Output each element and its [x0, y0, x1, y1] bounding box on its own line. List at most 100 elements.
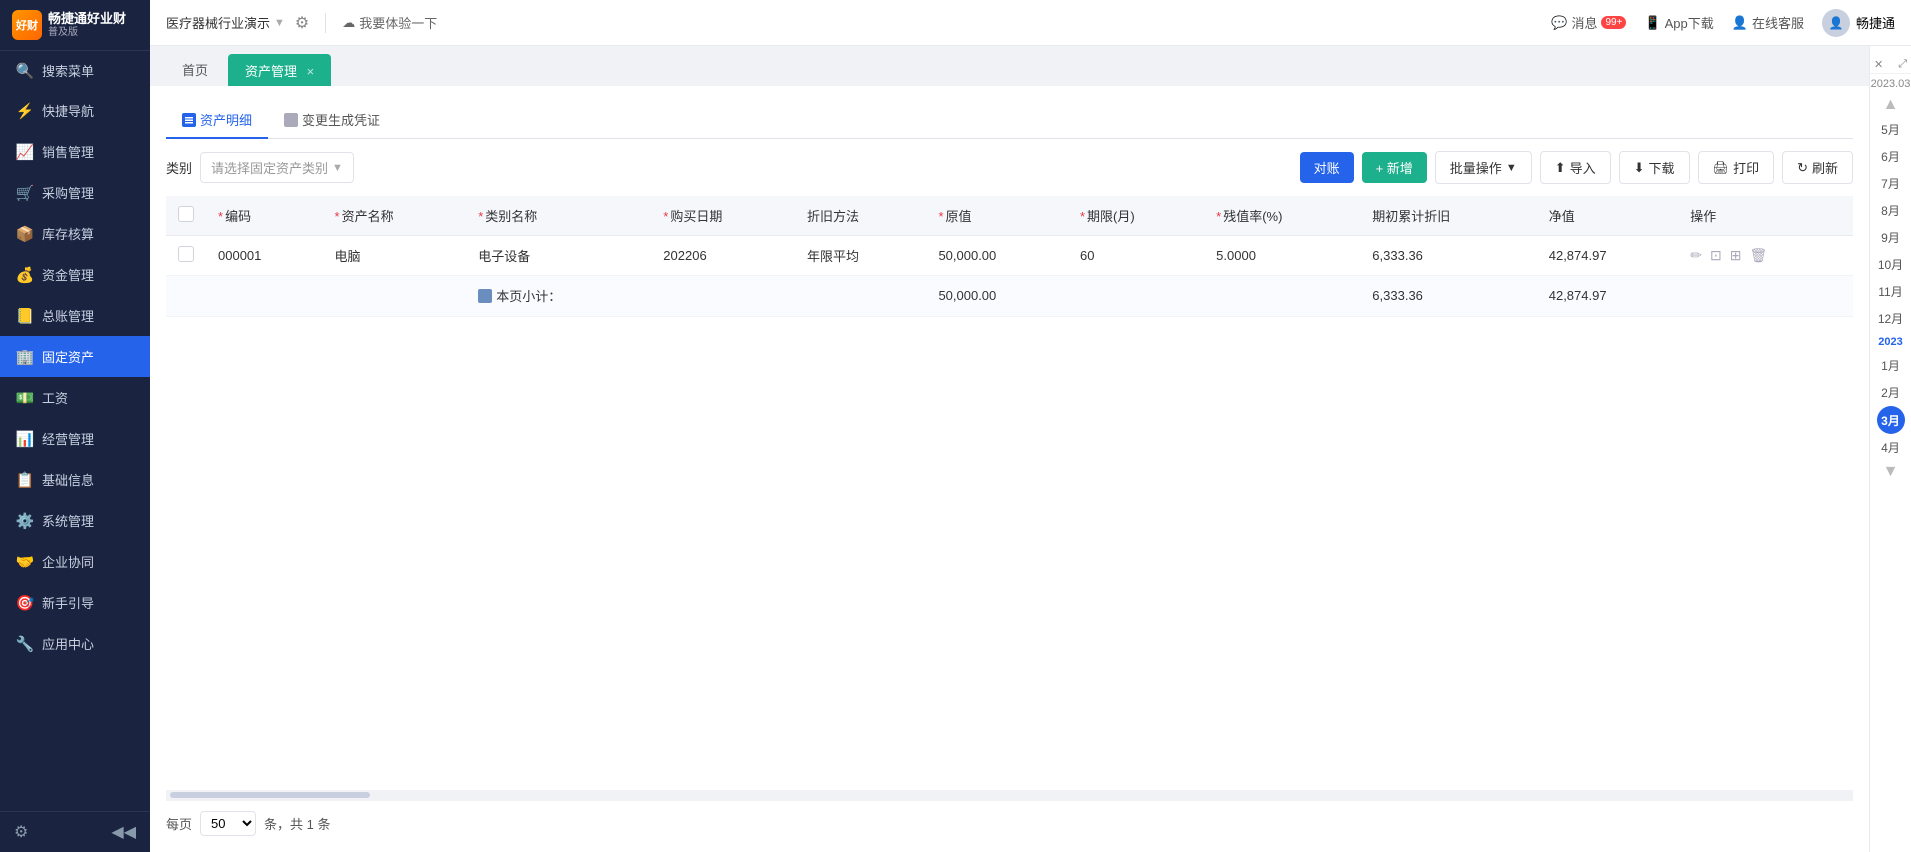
total-count: 条，共 1 条 — [264, 814, 330, 833]
sidebar-item-basic-info[interactable]: 📋 基础信息 — [0, 459, 150, 500]
sidebar-item-operations[interactable]: 📊 经营管理 — [0, 418, 150, 459]
print-button[interactable]: 🖨 打印 — [1698, 151, 1775, 184]
toolbar: 类别 请选择固定资产类别 ▼ 对账 + 新增 批量操作 ▼ ⬆ 导入 ⬇ — [166, 151, 1853, 184]
main-area: 首页 资产管理 × 资产明细 变更生成凭证 类别 — [150, 46, 1911, 852]
batch-operations-button[interactable]: 批量操作 ▼ — [1435, 151, 1532, 184]
subtab-asset-detail[interactable]: 资产明细 — [166, 102, 268, 139]
month-4[interactable]: 4月 — [1873, 434, 1909, 461]
category-filter-arrow: ▼ — [332, 162, 343, 174]
col-residual-rate: *残值率(%) — [1204, 196, 1360, 236]
month-2[interactable]: 2月 — [1873, 379, 1909, 406]
sidebar-item-funds[interactable]: 💰 资金管理 — [0, 254, 150, 295]
month-3[interactable]: 3月 — [1877, 406, 1905, 434]
sidebar-item-fixed-assets[interactable]: 🏢 固定资产 — [0, 336, 150, 377]
online-service-btn[interactable]: 👤 在线客服 — [1732, 13, 1804, 32]
sidebar-item-cooperation[interactable]: 🤝 企业协同 — [0, 541, 150, 582]
sidebar-item-sales[interactable]: 📈 销售管理 — [0, 131, 150, 172]
messages-label: 消息 — [1571, 13, 1597, 32]
messages-badge: 99+ — [1601, 16, 1626, 29]
inventory-icon: 📦 — [16, 225, 34, 243]
tab-asset-management[interactable]: 资产管理 × — [228, 54, 331, 86]
company-selector[interactable]: 医疗器械行业演示 ▼ — [166, 13, 285, 32]
tab-asset-label: 资产管理 — [245, 64, 297, 79]
select-all-checkbox[interactable] — [178, 206, 194, 222]
sidebar-item-salary[interactable]: 💵 工资 — [0, 377, 150, 418]
horizontal-scrollbar[interactable] — [166, 790, 1853, 800]
settings-gear-icon[interactable]: ⚙ — [295, 13, 309, 33]
sidebar-item-label: 销售管理 — [42, 142, 94, 161]
new-button[interactable]: + 新增 — [1362, 152, 1427, 183]
sidebar-item-system[interactable]: ⚙️ 系统管理 — [0, 500, 150, 541]
download-button[interactable]: ⬇ 下载 — [1619, 151, 1690, 184]
cell-residual-rate: 5.0000 — [1204, 236, 1360, 276]
subtab-change-voucher-label: 变更生成凭证 — [302, 110, 380, 129]
topbar: 医疗器械行业演示 ▼ ⚙ ☁ 我要体验一下 💬 消息 99+ 📱 App下载 👤… — [150, 0, 1911, 46]
month-12[interactable]: 12月 — [1873, 305, 1909, 332]
sidebar-item-app-center[interactable]: 🔧 应用中心 — [0, 623, 150, 664]
edit-icon[interactable]: ✏ — [1690, 247, 1702, 264]
month-10[interactable]: 10月 — [1873, 251, 1909, 278]
app-download-btn[interactable]: 📱 App下载 — [1644, 13, 1713, 32]
sidebar-item-label: 资金管理 — [42, 265, 94, 284]
sidebar-item-search[interactable]: 🔍 搜索菜单 — [0, 51, 150, 90]
cell-accumulated-depreciation: 6,333.36 — [1360, 236, 1536, 276]
experience-btn[interactable]: ☁ 我要体验一下 — [342, 13, 437, 32]
user-menu[interactable]: 👤 畅捷通 — [1822, 9, 1895, 37]
app-edition: 普及版 — [48, 27, 126, 39]
current-year-label: 2023 — [1878, 332, 1902, 352]
panel-close-icon[interactable]: ✕ — [1874, 58, 1883, 71]
right-panel: ✕ ⤢ 2023.03 ▲ 5月 6月 7月 8月 9月 10月 11月 12月… — [1869, 46, 1911, 852]
panel-expand-icon[interactable]: ⤢ — [1898, 58, 1907, 71]
panel-down-arrow[interactable]: ▼ — [1881, 461, 1901, 483]
subtab-change-voucher[interactable]: 变更生成凭证 — [268, 102, 396, 139]
category-filter[interactable]: 请选择固定资产类别 ▼ — [200, 152, 354, 183]
operations-icon: 📊 — [16, 430, 34, 448]
import-button[interactable]: ⬆ 导入 — [1540, 151, 1611, 184]
more-icon[interactable]: ⊞ — [1730, 247, 1742, 264]
copy-icon[interactable]: ⊡ — [1710, 247, 1722, 264]
download-icon: ⬇ — [1634, 160, 1645, 176]
batch-dropdown-icon: ▼ — [1506, 162, 1517, 174]
search-icon: 🔍 — [16, 62, 34, 80]
sidebar-item-inventory[interactable]: 📦 库存核算 — [0, 213, 150, 254]
scrollbar-thumb[interactable] — [170, 792, 370, 798]
company-dropdown-icon: ▼ — [274, 17, 285, 29]
experience-label: 我要体验一下 — [359, 13, 437, 32]
messages-btn[interactable]: 💬 消息 99+ — [1551, 13, 1626, 32]
month-8[interactable]: 8月 — [1873, 197, 1909, 224]
sidebar-item-guide[interactable]: 🎯 新手引导 — [0, 582, 150, 623]
sidebar-item-label: 总账管理 — [42, 306, 94, 325]
delete-icon[interactable]: 🗑 — [1749, 247, 1767, 264]
row-checkbox[interactable] — [178, 246, 194, 262]
sidebar-item-ledger[interactable]: 📒 总账管理 — [0, 295, 150, 336]
cell-category: 电子设备 — [466, 236, 651, 276]
sidebar-item-label: 工资 — [42, 388, 68, 407]
panel-up-arrow[interactable]: ▲ — [1881, 94, 1901, 116]
message-icon: 💬 — [1551, 15, 1567, 31]
page-size-select[interactable]: 50 100 200 — [200, 811, 256, 836]
col-category: *类别名称 — [466, 196, 651, 236]
tab-close-icon[interactable]: × — [307, 64, 315, 79]
company-name: 医疗器械行业演示 — [166, 13, 270, 32]
reconcile-button[interactable]: 对账 — [1300, 152, 1354, 183]
sidebar-item-label: 经营管理 — [42, 429, 94, 448]
month-7[interactable]: 7月 — [1873, 170, 1909, 197]
cell-code: 000001 — [206, 236, 323, 276]
cell-depreciation-method: 年限平均 — [795, 236, 926, 276]
subtotal-accumulated-depreciation: 6,333.36 — [1360, 276, 1536, 317]
settings-icon[interactable]: ⚙ — [14, 822, 28, 842]
col-net-value: 净值 — [1537, 196, 1679, 236]
purchase-icon: 🛒 — [16, 184, 34, 202]
sidebar-item-quick-nav[interactable]: ⚡ 快捷导航 — [0, 90, 150, 131]
month-6[interactable]: 6月 — [1873, 143, 1909, 170]
tab-home[interactable]: 首页 — [166, 54, 224, 86]
month-5[interactable]: 5月 — [1873, 116, 1909, 143]
collapse-icon[interactable]: ◀◀ — [111, 822, 136, 842]
month-1[interactable]: 1月 — [1873, 352, 1909, 379]
month-11[interactable]: 11月 — [1873, 278, 1909, 305]
quick-nav-icon: ⚡ — [16, 102, 34, 120]
refresh-button[interactable]: ↻ 刷新 — [1782, 151, 1853, 184]
salary-icon: 💵 — [16, 389, 34, 407]
sidebar-item-purchase[interactable]: 🛒 采购管理 — [0, 172, 150, 213]
month-9[interactable]: 9月 — [1873, 224, 1909, 251]
